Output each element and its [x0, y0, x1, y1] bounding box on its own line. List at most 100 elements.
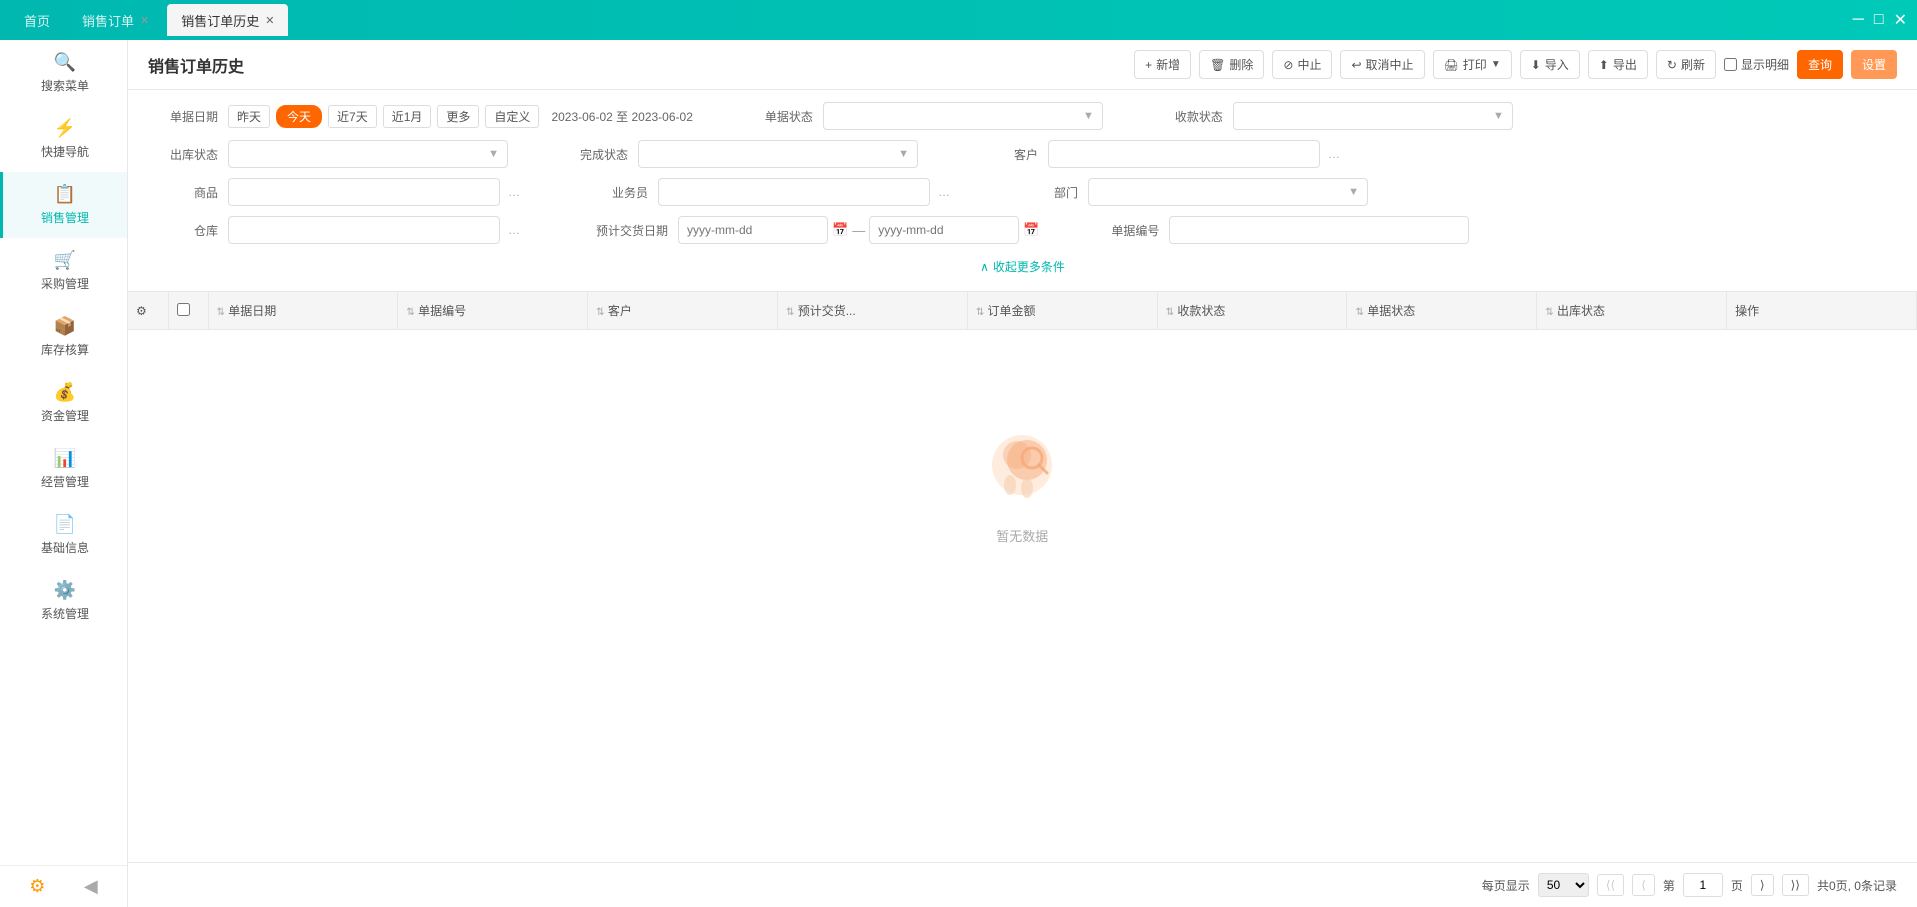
payment-status-select[interactable]: ▼: [1233, 102, 1513, 130]
sidebar-item-quick-nav[interactable]: ⚡ 快捷导航: [0, 106, 127, 172]
import-button[interactable]: ⬇ 导入: [1520, 50, 1580, 79]
stop-button[interactable]: ⊘ 中止: [1272, 50, 1332, 79]
salesperson-input[interactable]: [658, 178, 930, 206]
outbound-status-label: 出库状态: [148, 146, 218, 163]
warehouse-ellipsis[interactable]: …: [500, 219, 528, 241]
sidebar-item-finance-label: 资金管理: [41, 407, 89, 424]
page-last-btn[interactable]: ⟩⟩: [1782, 874, 1809, 896]
window-close[interactable]: ✕: [1894, 10, 1907, 30]
date-dash: —: [852, 223, 865, 238]
top-nav: 首页 销售订单 ✕ 销售订单历史 ✕ ─ □ ✕: [0, 0, 1917, 40]
per-page-select[interactable]: 10 20 50 100: [1538, 873, 1589, 897]
tab-home-label: 首页: [24, 11, 50, 30]
department-select[interactable]: ▼: [1088, 178, 1368, 206]
customer-ellipsis[interactable]: …: [1320, 143, 1348, 165]
warehouse-input[interactable]: [228, 216, 500, 244]
outbound-status-select[interactable]: ▼: [228, 140, 508, 168]
th-customer-sort-icon[interactable]: ⇅: [596, 307, 604, 318]
bill-no-label: 单据编号: [1089, 222, 1159, 239]
th-bill-status-sort-icon[interactable]: ⇅: [1355, 307, 1363, 318]
sidebar-item-sales-mgmt[interactable]: 📋 销售管理: [0, 172, 127, 238]
sidebar-settings-icon[interactable]: ⚙: [29, 876, 45, 897]
window-minimize[interactable]: ─: [1853, 11, 1864, 29]
page-prev-btn[interactable]: ⟨: [1632, 874, 1655, 896]
print-button[interactable]: 🖨 打印 ▼: [1433, 50, 1512, 79]
complete-status-select[interactable]: ▼: [638, 140, 918, 168]
sidebar-item-search-menu[interactable]: 🔍 搜索菜单: [0, 40, 127, 106]
query-button[interactable]: 查询: [1797, 50, 1843, 79]
cancel-stop-label: 取消中止: [1366, 56, 1414, 73]
th-action: 操作: [1727, 292, 1917, 330]
sidebar-item-basic-info-label: 基础信息: [41, 539, 89, 556]
th-bill-date-sort-icon[interactable]: ⇅: [217, 307, 225, 318]
window-maximize[interactable]: □: [1874, 11, 1884, 29]
goods-ellipsis[interactable]: …: [500, 181, 528, 203]
th-payment-status-label: 收款状态: [1177, 304, 1225, 318]
sidebar-item-operations[interactable]: 📊 经营管理: [0, 436, 127, 502]
collapse-button[interactable]: ∧ 收起更多条件: [148, 254, 1897, 279]
tab-home[interactable]: 首页: [10, 4, 64, 36]
window-controls: ─ □ ✕: [1853, 10, 1907, 30]
settings-label: 设置: [1862, 56, 1886, 73]
page-first-btn[interactable]: ⟨⟨: [1597, 874, 1624, 896]
page-next-btn[interactable]: ⟩: [1751, 874, 1774, 896]
th-delivery-date-sort-icon[interactable]: ⇅: [786, 307, 794, 318]
sidebar-item-system-mgmt[interactable]: ⚙️ 系统管理: [0, 568, 127, 634]
goods-input[interactable]: [228, 178, 500, 206]
th-order-amount-sort-icon[interactable]: ⇅: [976, 307, 984, 318]
sidebar-item-inventory[interactable]: 📦 库存核算: [0, 304, 127, 370]
date-yesterday[interactable]: 昨天: [228, 105, 270, 128]
cancel-stop-button[interactable]: ↩ 取消中止: [1340, 50, 1424, 79]
sidebar-bottom: ⚙ ◀: [0, 865, 127, 907]
th-payment-status: ⇅ 收款状态: [1157, 292, 1347, 330]
th-payment-status-sort-icon[interactable]: ⇅: [1166, 307, 1174, 318]
search-menu-icon: 🔍: [54, 52, 76, 73]
th-outbound-status-sort-icon[interactable]: ⇅: [1545, 307, 1553, 318]
th-bill-date: ⇅ 单据日期: [208, 292, 398, 330]
export-button[interactable]: ⬆ 导出: [1588, 50, 1648, 79]
display-toggle-checkbox[interactable]: [1724, 58, 1737, 71]
delete-button[interactable]: 🗑 删除: [1199, 50, 1264, 79]
date-7days[interactable]: 近7天: [328, 105, 377, 128]
tab-sales-order-history-close[interactable]: ✕: [265, 14, 274, 27]
select-all-checkbox[interactable]: [177, 303, 190, 316]
tab-sales-order[interactable]: 销售订单 ✕: [68, 4, 163, 36]
date-1month[interactable]: 近1月: [383, 105, 432, 128]
th-order-amount-label: 订单金额: [988, 304, 1036, 318]
date-more[interactable]: 更多: [437, 105, 479, 128]
th-bill-no-sort-icon[interactable]: ⇅: [406, 307, 414, 318]
stop-label: 中止: [1297, 56, 1321, 73]
new-button[interactable]: + 新增: [1134, 50, 1191, 79]
sidebar-item-sales-mgmt-label: 销售管理: [41, 209, 89, 226]
sidebar-item-purchase-mgmt[interactable]: 🛒 采购管理: [0, 238, 127, 304]
calendar-to-icon[interactable]: 📅: [1023, 222, 1039, 238]
display-toggle[interactable]: 显示明细: [1724, 56, 1789, 73]
table-settings-icon[interactable]: ⚙: [136, 304, 147, 318]
tab-sales-order-close[interactable]: ✕: [140, 14, 149, 27]
pagination: 每页显示 10 20 50 100 ⟨⟨ ⟨ 第 页 ⟩ ⟩⟩ 共0页, 0条记…: [128, 862, 1917, 907]
sidebar-collapse-icon[interactable]: ◀: [84, 876, 98, 897]
delivery-date-from[interactable]: [678, 216, 828, 244]
settings-button[interactable]: 设置: [1851, 50, 1897, 79]
delivery-date-to[interactable]: [869, 216, 1019, 244]
date-today[interactable]: 今天: [276, 105, 322, 128]
bill-no-input[interactable]: [1169, 216, 1469, 244]
refresh-button[interactable]: ↻ 刷新: [1656, 50, 1716, 79]
department-label: 部门: [1008, 184, 1078, 201]
salesperson-ellipsis[interactable]: …: [930, 181, 958, 203]
sidebar-item-basic-info[interactable]: 📄 基础信息: [0, 502, 127, 568]
stop-icon: ⊘: [1283, 58, 1293, 72]
content-area: 销售订单历史 + 新增 🗑 删除 ⊘ 中止 ↩ 取消中止: [128, 40, 1917, 907]
sidebar-item-finance[interactable]: 💰 资金管理: [0, 370, 127, 436]
customer-label: 客户: [968, 146, 1038, 163]
page-input[interactable]: [1683, 873, 1723, 897]
bill-status-select[interactable]: ▼: [823, 102, 1103, 130]
date-custom[interactable]: 自定义: [485, 105, 539, 128]
tab-sales-order-history[interactable]: 销售订单历史 ✕: [167, 4, 288, 36]
calendar-from-icon[interactable]: 📅: [832, 222, 848, 238]
date-range-value: 2023-06-02 至 2023-06-02: [551, 108, 692, 125]
customer-input[interactable]: [1048, 140, 1320, 168]
display-toggle-label: 显示明细: [1741, 56, 1789, 73]
salesperson-label: 业务员: [578, 184, 648, 201]
th-customer: ⇅ 客户: [588, 292, 778, 330]
